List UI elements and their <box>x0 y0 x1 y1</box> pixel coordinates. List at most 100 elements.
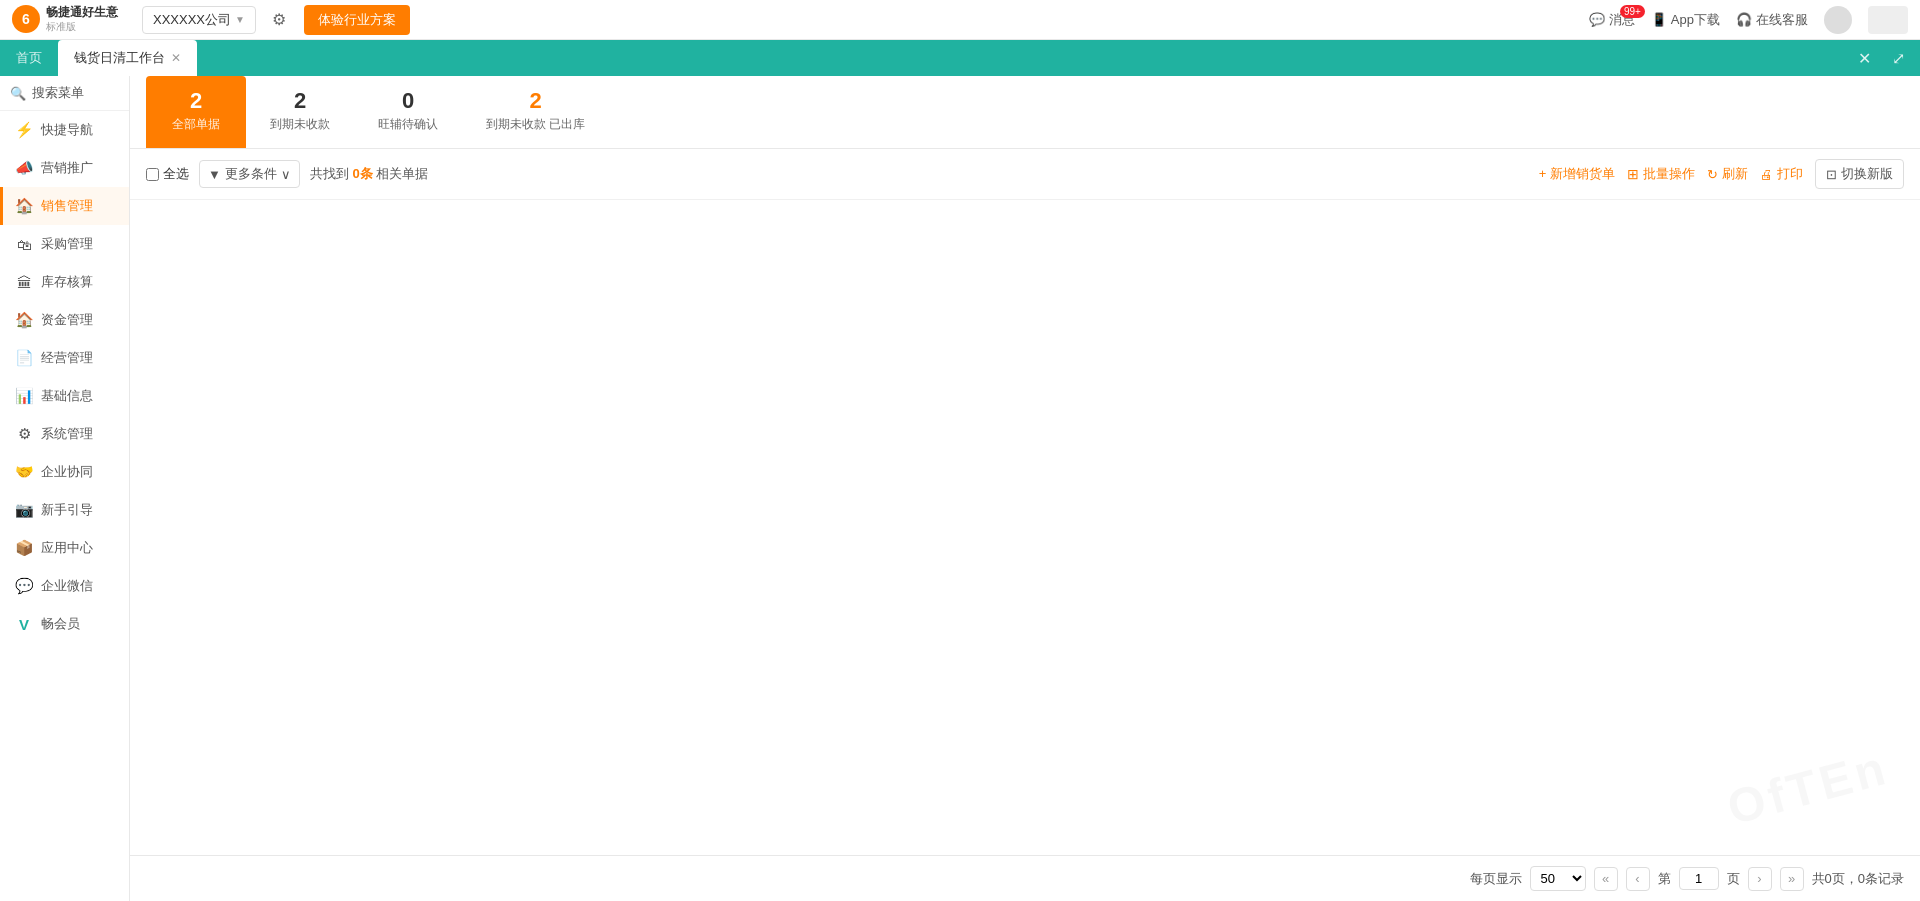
print-btn[interactable]: 🖨 打印 <box>1760 165 1803 183</box>
tab-home[interactable]: 首页 <box>0 40 58 76</box>
tab-workbench[interactable]: 钱货日清工作台 ✕ <box>58 40 197 76</box>
messages-btn[interactable]: 💬 消息 99+ <box>1589 11 1635 29</box>
stat-label-shipped: 到期未收款 已出库 <box>486 116 585 133</box>
app-download-label: App下载 <box>1671 11 1720 29</box>
app-center-icon: 📦 <box>15 539 33 557</box>
company-name: XXXXXX公司 <box>153 11 231 29</box>
watermark: OfTEn <box>1722 740 1895 836</box>
guide-icon: 📷 <box>15 501 33 519</box>
sidebar-item-system[interactable]: ⚙ 系统管理 <box>0 415 129 453</box>
online-service-btn[interactable]: 🎧 在线客服 <box>1736 11 1808 29</box>
batch-operation-btn[interactable]: ⊞ 批量操作 <box>1627 165 1695 183</box>
found-suffix: 相关单据 <box>376 166 428 181</box>
page-input[interactable] <box>1679 867 1719 890</box>
sidebar-item-purchase[interactable]: 🛍 采购管理 <box>0 225 129 263</box>
user-name-placeholder[interactable] <box>1868 6 1908 34</box>
stat-num-overdue: 2 <box>294 88 306 114</box>
refresh-btn[interactable]: ↻ 刷新 <box>1707 165 1748 183</box>
sidebar-label-operations: 经营管理 <box>41 349 93 367</box>
sidebar-item-operations[interactable]: 📄 经营管理 <box>0 339 129 377</box>
message-icon: 💬 <box>1589 12 1605 27</box>
next-page-btn[interactable]: › <box>1748 867 1772 891</box>
last-page-btn[interactable]: » <box>1780 867 1804 891</box>
sidebar-label-purchase: 采购管理 <box>41 235 93 253</box>
sidebar-label-guide: 新手引导 <box>41 501 93 519</box>
sidebar-label-sales: 销售管理 <box>41 197 93 215</box>
sidebar-item-sales[interactable]: 🏠 销售管理 <box>0 187 129 225</box>
more-filters-btn[interactable]: ▼ 更多条件 ∨ <box>199 160 300 188</box>
tab-close-icon[interactable]: ✕ <box>171 51 181 65</box>
sidebar-item-wechat[interactable]: 💬 企业微信 <box>0 567 129 605</box>
per-page-label: 每页显示 <box>1470 870 1522 888</box>
sidebar-label-finance: 资金管理 <box>41 311 93 329</box>
pagination-bar: 每页显示 50 10 20 100 « ‹ 第 页 › » 共0页，0条记录 <box>130 855 1920 901</box>
switch-icon: ⊡ <box>1826 167 1837 182</box>
service-icon: 🎧 <box>1736 12 1752 27</box>
batch-label: 批量操作 <box>1643 165 1695 183</box>
tab-home-label: 首页 <box>16 49 42 67</box>
sidebar-search[interactable]: 🔍 搜索菜单 <box>0 76 129 111</box>
stat-tab-shipped[interactable]: 2 到期未收款 已出库 <box>462 76 609 148</box>
stat-label-pending: 旺辅待确认 <box>378 116 438 133</box>
stat-tab-overdue[interactable]: 2 到期未收款 <box>246 76 354 148</box>
new-sales-order-btn[interactable]: + 新增销货单 <box>1539 165 1615 183</box>
found-prefix: 共找到 <box>310 166 349 181</box>
tab-bar-actions: ✕ ⤢ <box>1852 46 1920 70</box>
stat-tab-pending[interactable]: 0 旺辅待确认 <box>354 76 462 148</box>
sidebar-item-marketing[interactable]: 📣 营销推广 <box>0 149 129 187</box>
tab-close-action[interactable]: ✕ <box>1852 46 1876 70</box>
page-label: 第 <box>1658 870 1671 888</box>
sidebar-item-finance[interactable]: 🏠 资金管理 <box>0 301 129 339</box>
sales-icon: 🏠 <box>15 197 33 215</box>
tab-bar: 首页 钱货日清工作台 ✕ ✕ ⤢ <box>0 40 1920 76</box>
page-suffix: 页 <box>1727 870 1740 888</box>
sidebar-item-app-center[interactable]: 📦 应用中心 <box>0 529 129 567</box>
online-service-label: 在线客服 <box>1756 11 1808 29</box>
more-filters-label: 更多条件 <box>225 165 277 183</box>
sidebar-label-wechat: 企业微信 <box>41 577 93 595</box>
marketing-icon: 📣 <box>15 159 33 177</box>
sidebar-item-quick-nav[interactable]: ⚡ 快捷导航 <box>0 111 129 149</box>
first-page-btn[interactable]: « <box>1594 867 1618 891</box>
print-label: 打印 <box>1777 165 1803 183</box>
settings-icon-btn[interactable]: ⚙ <box>264 5 294 35</box>
sidebar-item-cooperation[interactable]: 🤝 企业协同 <box>0 453 129 491</box>
toolbar: 全选 ▼ 更多条件 ∨ 共找到 0条 相关单据 + 新增销货单 ⊞ 批量操作 <box>130 149 1920 200</box>
tab-expand-action[interactable]: ⤢ <box>1886 46 1910 70</box>
sidebar-item-base-info[interactable]: 📊 基础信息 <box>0 377 129 415</box>
stat-tab-all[interactable]: 2 全部单据 <box>146 76 246 148</box>
select-all-input[interactable] <box>146 168 159 181</box>
logo-icon: 6 <box>12 5 40 33</box>
operations-icon: 📄 <box>15 349 33 367</box>
stat-num-all: 2 <box>190 88 202 114</box>
messages-badge: 99+ <box>1620 5 1645 18</box>
sidebar-label-marketing: 营销推广 <box>41 159 93 177</box>
company-selector[interactable]: XXXXXX公司 ▼ <box>142 6 256 34</box>
sidebar-label-system: 系统管理 <box>41 425 93 443</box>
wechat-icon: 💬 <box>15 577 33 595</box>
batch-icon: ⊞ <box>1627 166 1639 182</box>
logo-text-area: 畅捷通好生意 标准版 <box>46 5 118 33</box>
sidebar-search-label: 搜索菜单 <box>32 84 84 102</box>
sidebar-label-app-center: 应用中心 <box>41 539 93 557</box>
select-all-checkbox[interactable]: 全选 <box>146 165 189 183</box>
refresh-icon: ↻ <box>1707 167 1718 182</box>
member-icon: V <box>15 615 33 633</box>
sidebar-label-base-info: 基础信息 <box>41 387 93 405</box>
prev-page-btn[interactable]: ‹ <box>1626 867 1650 891</box>
found-text: 共找到 0条 相关单据 <box>310 165 428 183</box>
stat-num-shipped: 2 <box>530 88 542 114</box>
app-download-btn[interactable]: 📱 App下载 <box>1651 11 1720 29</box>
purchase-icon: 🛍 <box>15 235 33 253</box>
switch-version-btn[interactable]: ⊡ 切换新版 <box>1815 159 1904 189</box>
top-header: 6 畅捷通好生意 标准版 XXXXXX公司 ▼ ⚙ 体验行业方案 💬 消息 99… <box>0 0 1920 40</box>
sidebar-item-member[interactable]: V 畅会员 <box>0 605 129 643</box>
stat-num-pending: 0 <box>402 88 414 114</box>
experience-btn[interactable]: 体验行业方案 <box>304 5 410 35</box>
sidebar-item-inventory[interactable]: 🏛 库存核算 <box>0 263 129 301</box>
sidebar-item-guide[interactable]: 📷 新手引导 <box>0 491 129 529</box>
sidebar-label-inventory: 库存核算 <box>41 273 93 291</box>
user-avatar[interactable] <box>1824 6 1852 34</box>
stat-label-overdue: 到期未收款 <box>270 116 330 133</box>
page-size-select[interactable]: 50 10 20 100 <box>1530 866 1586 891</box>
